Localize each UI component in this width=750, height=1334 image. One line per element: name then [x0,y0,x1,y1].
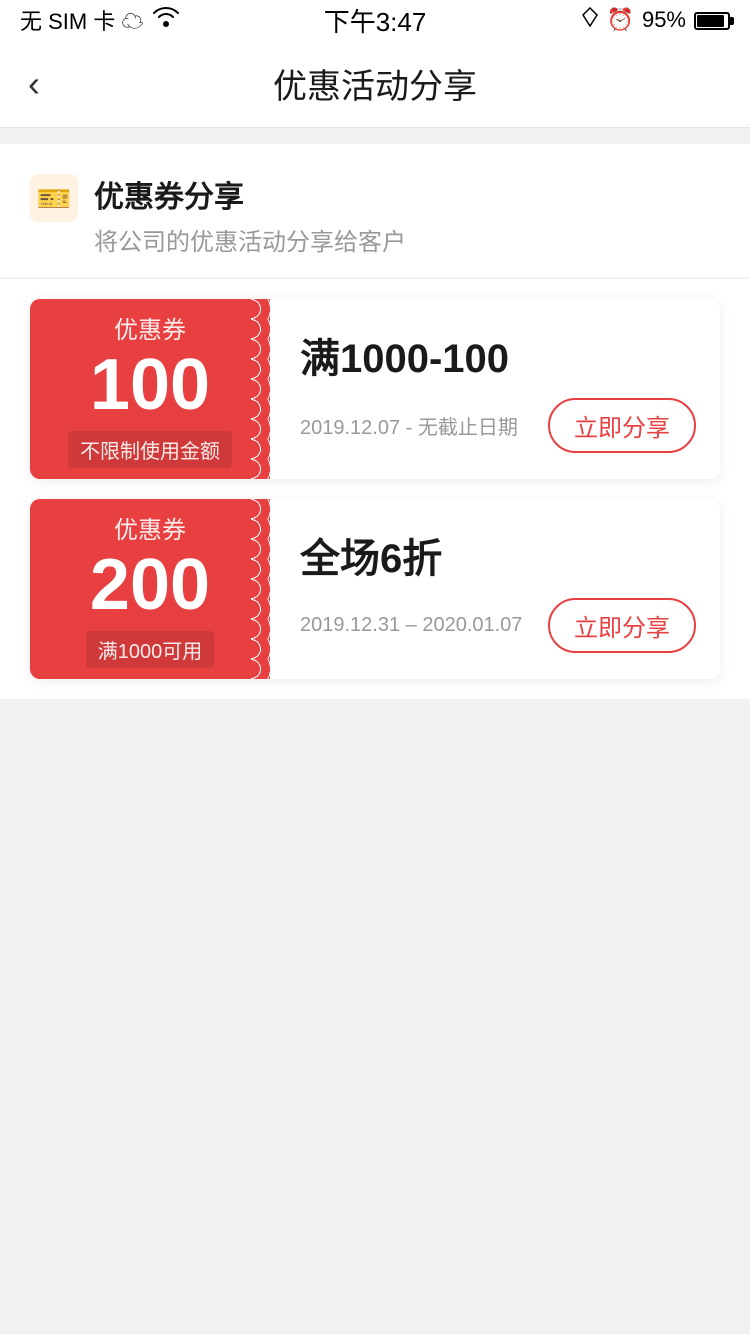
coupon-amount-1: 100 [90,349,210,421]
section-header: 🎫 优惠券分享 将公司的优惠活动分享给客户 [0,144,750,277]
coupon-type-2: 优惠券 [114,510,186,545]
coupon-card-1: 优惠券 100 不限制使用金额 满1000-100 2019.12.07 - 无… [30,299,720,479]
coupon-condition-1: 不限制使用金额 [68,431,232,468]
coupon-card-2: 优惠券 200 满1000可用 全场6折 2019.12.31 – 2020.0… [30,499,720,679]
nav-bar: ‹ 优惠活动分享 [0,40,750,128]
wifi-icon [153,7,179,33]
coupon-right-2: 全场6折 2019.12.31 – 2020.01.07 立即分享 [270,499,720,679]
coupon-name-1: 满1000-100 [300,326,696,384]
coupon-meta-2: 2019.12.31 – 2020.01.07 立即分享 [300,598,696,653]
coupon-right-1: 满1000-100 2019.12.07 - 无截止日期 立即分享 [270,299,720,479]
coupon-meta-1: 2019.12.07 - 无截止日期 立即分享 [300,398,696,453]
back-button[interactable]: ‹ [28,63,40,105]
battery-percent: 95% [642,7,686,33]
section-desc: 将公司的优惠活动分享给客户 [94,222,406,257]
coupon-amount-2: 200 [90,549,210,621]
section-text: 优惠券分享 将公司的优惠活动分享给客户 [94,172,406,257]
coupon-list: 优惠券 100 不限制使用金额 满1000-100 2019.12.07 - 无… [0,279,750,699]
status-right: ⏰ 95% [581,7,730,33]
coupon-name-2: 全场6折 [300,526,696,584]
bottom-area [0,699,750,1259]
no-sim-label: 无 SIM 卡 ☁ [20,4,143,36]
coupon-left-1: 优惠券 100 不限制使用金额 [30,299,270,479]
coupon-date-1: 2019.12.07 - 无截止日期 [300,411,536,440]
status-bar: 无 SIM 卡 ☁ 下午3:47 ⏰ 95% [0,0,750,40]
coupon-icon: 🎫 [30,174,78,222]
coupon-condition-2: 满1000可用 [86,631,215,668]
battery-icon [694,7,730,33]
coupon-left-2: 优惠券 200 满1000可用 [30,499,270,679]
share-button-1[interactable]: 立即分享 [548,398,696,453]
coupon-date-2: 2019.12.31 – 2020.01.07 [300,614,536,637]
status-left: 无 SIM 卡 ☁ [20,4,179,36]
alarm-icon: ⏰ [607,7,634,33]
page-title: 优惠活动分享 [273,59,477,108]
section-title: 优惠券分享 [94,172,406,216]
location-icon [581,7,599,33]
share-button-2[interactable]: 立即分享 [548,598,696,653]
coupon-type-1: 优惠券 [114,310,186,345]
status-time: 下午3:47 [324,2,427,39]
